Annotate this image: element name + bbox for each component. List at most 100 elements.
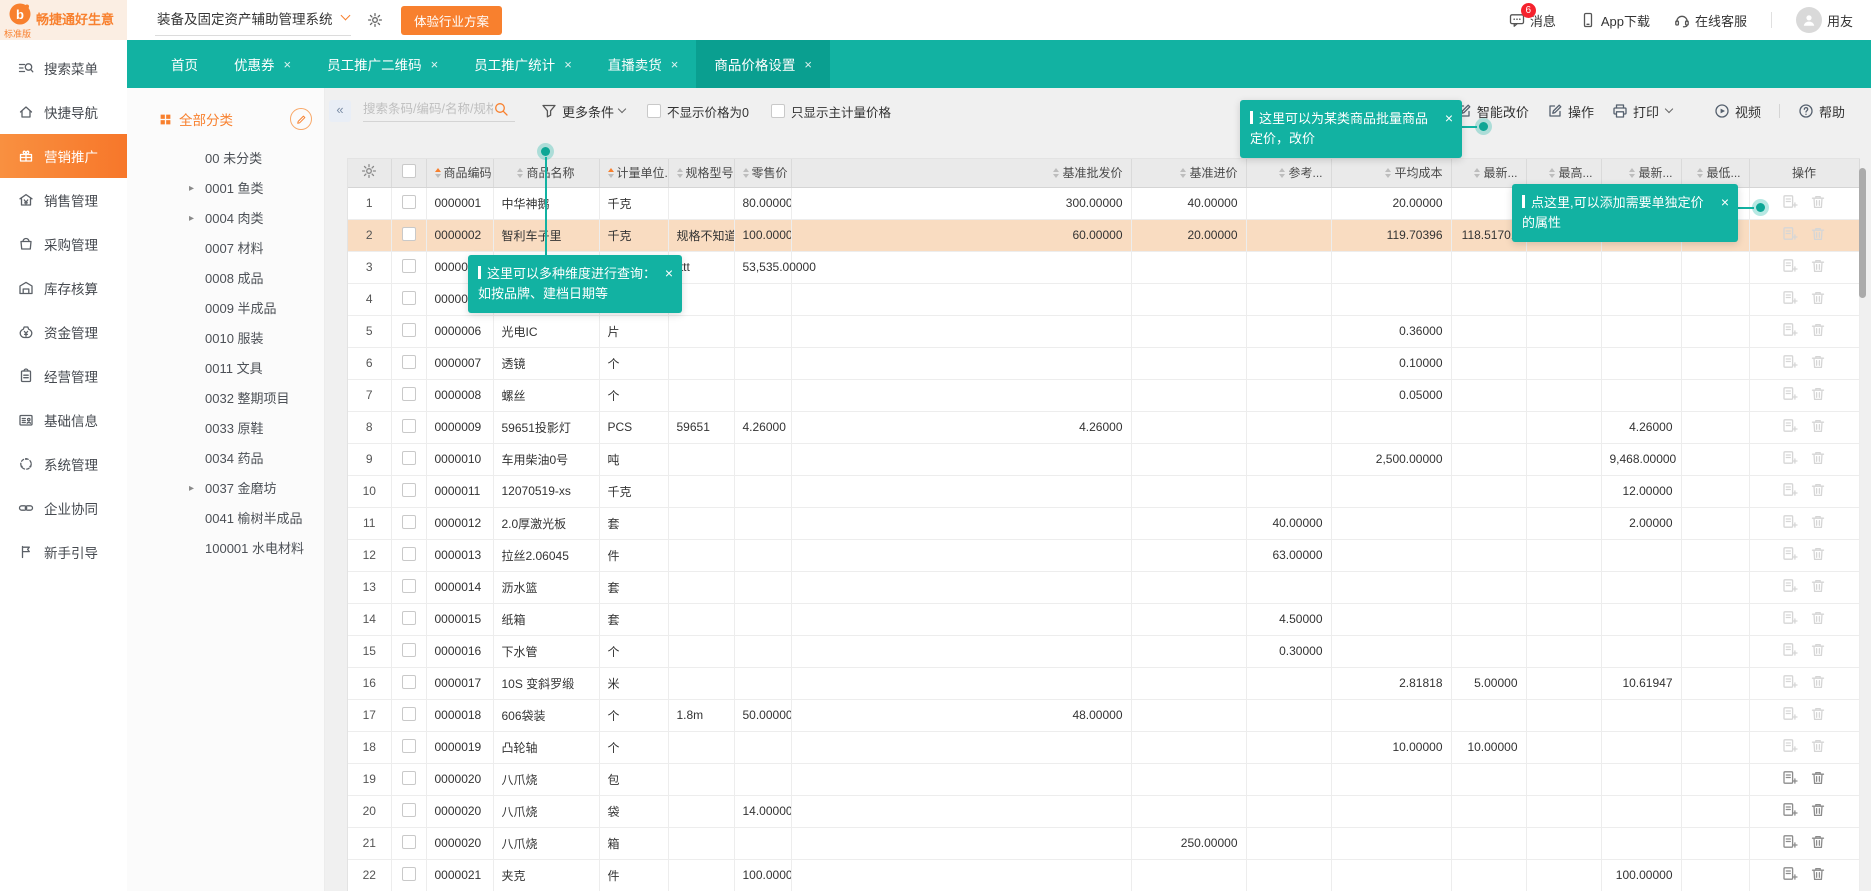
trash-icon[interactable] [1810, 706, 1826, 725]
column-header-最新...[interactable]: 最新... [1451, 159, 1527, 188]
add-price-icon[interactable] [1782, 258, 1798, 277]
trash-icon[interactable] [1810, 610, 1826, 629]
main-unit-only-checkbox[interactable]: 只显示主计量价格 [770, 102, 891, 121]
trash-icon[interactable] [1810, 546, 1826, 565]
sidebar-item-快捷导航[interactable]: 快捷导航 [0, 90, 127, 134]
close-icon[interactable]: × [284, 57, 292, 72]
add-price-icon[interactable] [1782, 322, 1798, 341]
sidebar-item-库存核算[interactable]: 库存核算 [0, 266, 127, 310]
column-header-最高...[interactable]: 最高... [1526, 159, 1602, 188]
add-price-icon[interactable] [1782, 290, 1798, 309]
trash-icon[interactable] [1810, 514, 1826, 533]
close-icon[interactable]: × [1721, 192, 1729, 212]
tab-员工推广统计[interactable]: 员工推广统计 × [456, 40, 590, 88]
row-checkbox[interactable] [401, 770, 416, 785]
edit-category-button[interactable] [290, 108, 312, 130]
column-header-商品编码[interactable]: 商品编码 [426, 159, 494, 188]
category-item-0033 原鞋[interactable]: 0033 原鞋 [127, 414, 324, 444]
add-price-icon[interactable] [1782, 194, 1798, 213]
column-header-平均成本[interactable]: 平均成本 [1331, 159, 1452, 188]
search-icon[interactable] [493, 101, 509, 117]
sidebar-item-资金管理[interactable]: 资金管理 [0, 310, 127, 354]
add-price-icon[interactable] [1782, 834, 1798, 853]
column-header-零售价[interactable]: 零售价 [734, 159, 792, 188]
add-price-icon[interactable] [1782, 610, 1798, 629]
row-checkbox[interactable] [401, 418, 416, 433]
expand-arrow-icon[interactable]: ▸ [189, 204, 194, 234]
column-header-最低...[interactable]: 最低... [1681, 159, 1750, 188]
row-checkbox[interactable] [401, 738, 416, 753]
tab-商品价格设置[interactable]: 商品价格设置 × [696, 40, 830, 88]
sidebar-item-企业协同[interactable]: 企业协同 [0, 486, 127, 530]
row-checkbox[interactable] [401, 322, 416, 337]
row-checkbox[interactable] [401, 866, 416, 881]
close-icon[interactable]: × [665, 263, 673, 283]
trash-icon[interactable] [1810, 322, 1826, 341]
trash-icon[interactable] [1810, 770, 1826, 789]
trash-icon[interactable] [1810, 482, 1826, 501]
online-service-button[interactable]: 在线客服 [1674, 11, 1747, 30]
row-checkbox[interactable] [401, 514, 416, 529]
tab-直播卖货[interactable]: 直播卖货 × [590, 40, 697, 88]
row-checkbox[interactable] [401, 578, 416, 593]
expand-arrow-icon[interactable]: ▸ [189, 174, 194, 204]
search-input[interactable] [363, 101, 493, 116]
category-item-0009 半成品[interactable]: 0009 半成品 [127, 294, 324, 324]
trash-icon[interactable] [1810, 226, 1826, 245]
row-checkbox[interactable] [401, 354, 416, 369]
sidebar-item-经营管理[interactable]: 经营管理 [0, 354, 127, 398]
add-price-icon[interactable] [1782, 450, 1798, 469]
trash-icon[interactable] [1810, 866, 1826, 885]
category-item-0010 服装[interactable]: 0010 服装 [127, 324, 324, 354]
add-price-icon[interactable] [1782, 386, 1798, 405]
row-checkbox[interactable] [401, 802, 416, 817]
row-checkbox[interactable] [401, 450, 416, 465]
category-item-00 未分类[interactable]: 00 未分类 [127, 144, 324, 174]
hide-zero-price-checkbox[interactable]: 不显示价格为0 [647, 102, 749, 121]
trash-icon[interactable] [1810, 290, 1826, 309]
toolbar-button-操作[interactable]: 操作 [1547, 102, 1594, 121]
row-checkbox[interactable] [401, 386, 416, 401]
sidebar-item-系统管理[interactable]: 系统管理 [0, 442, 127, 486]
settings-gear-icon[interactable] [367, 12, 383, 28]
trash-icon[interactable] [1810, 834, 1826, 853]
toolbar-button-帮助[interactable]: 帮助 [1798, 102, 1845, 121]
toolbar-button-打印[interactable]: 打印 [1612, 102, 1674, 121]
row-checkbox[interactable] [401, 482, 416, 497]
row-checkbox[interactable] [401, 642, 416, 657]
add-price-icon[interactable] [1782, 866, 1798, 885]
category-item-0001 鱼类[interactable]: ▸ 0001 鱼类 [127, 174, 324, 204]
user-menu[interactable]: 用友 [1795, 7, 1853, 33]
add-price-icon[interactable] [1782, 578, 1798, 597]
row-checkbox[interactable] [401, 610, 416, 625]
add-price-icon[interactable] [1782, 770, 1798, 789]
add-price-icon[interactable] [1782, 546, 1798, 565]
close-icon[interactable]: × [564, 57, 572, 72]
trash-icon[interactable] [1810, 674, 1826, 693]
row-checkbox[interactable] [401, 674, 416, 689]
system-select[interactable]: 装备及固定资产辅助管理系统 [155, 5, 351, 36]
messages-button[interactable]: 消息 6 [1509, 2, 1556, 30]
sidebar-item-基础信息[interactable]: 基础信息 [0, 398, 127, 442]
column-header-基准批发价[interactable]: 基准批发价 [791, 159, 1132, 188]
trash-icon[interactable] [1810, 450, 1826, 469]
add-price-icon[interactable] [1782, 706, 1798, 725]
row-checkbox[interactable] [401, 194, 416, 209]
trash-icon[interactable] [1810, 802, 1826, 821]
add-price-icon[interactable] [1782, 482, 1798, 501]
vertical-scrollbar[interactable] [1859, 168, 1866, 298]
sidebar-item-销售管理[interactable]: 销售管理 [0, 178, 127, 222]
add-price-icon[interactable] [1782, 738, 1798, 757]
category-item-100001 水电材料[interactable]: 100001 水电材料 [127, 534, 324, 564]
category-item-0011 文具[interactable]: 0011 文具 [127, 354, 324, 384]
row-checkbox[interactable] [401, 290, 416, 305]
sidebar-item-采购管理[interactable]: 采购管理 [0, 222, 127, 266]
trash-icon[interactable] [1810, 418, 1826, 437]
row-checkbox[interactable] [401, 258, 416, 273]
close-icon[interactable]: × [804, 57, 812, 72]
collapse-panel-button[interactable]: « [329, 100, 351, 122]
tab-员工推广二维码[interactable]: 员工推广二维码 × [309, 40, 456, 88]
trash-icon[interactable] [1810, 578, 1826, 597]
row-checkbox[interactable] [401, 834, 416, 849]
row-checkbox[interactable] [401, 226, 416, 241]
